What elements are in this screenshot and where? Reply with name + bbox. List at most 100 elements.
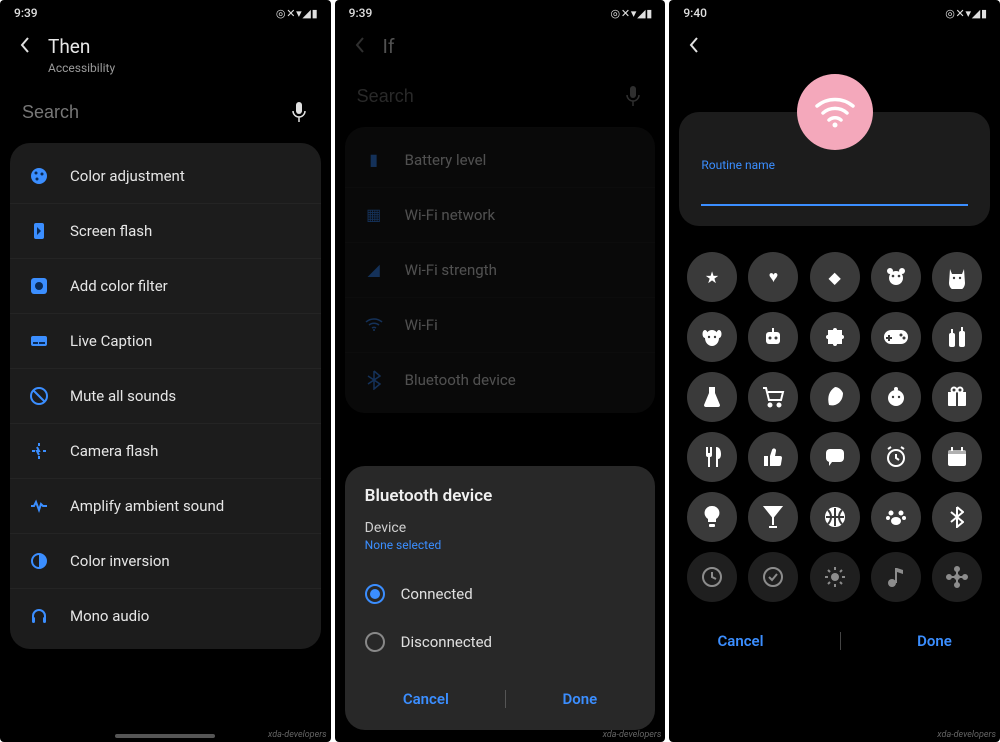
paw-icon[interactable] (871, 492, 921, 542)
watermark: xda-developers (268, 730, 327, 740)
bluetooth-alt-icon[interactable] (932, 492, 982, 542)
row-add-color-filter[interactable]: Add color filter (10, 258, 321, 313)
statusbar: 9:40 ◎ ✕ ▾ ◢ ▮ (669, 0, 1000, 26)
flask-icon[interactable] (687, 372, 737, 422)
row-wifi[interactable]: Wi-Fi (345, 297, 656, 352)
leaf-icon[interactable] (810, 372, 860, 422)
topbar: Then Accessibility (0, 26, 331, 85)
wifi-strength-icon: ◢ (363, 259, 385, 281)
brightness-icon[interactable] (810, 552, 860, 602)
mute-icon (28, 385, 50, 407)
page-subtitle: Accessibility (48, 61, 115, 75)
row-mute-all[interactable]: Mute all sounds (10, 368, 321, 423)
thumb-icon[interactable] (748, 432, 798, 482)
bluetooth-modal: Bluetooth device Device None selected Co… (345, 466, 656, 730)
basketball-icon[interactable] (810, 492, 860, 542)
back-button[interactable] (685, 36, 703, 54)
gift-icon[interactable] (932, 372, 982, 422)
cocktail-icon[interactable] (748, 492, 798, 542)
row-live-caption[interactable]: Live Caption (10, 313, 321, 368)
device-value[interactable]: None selected (365, 538, 636, 552)
caption-icon (28, 330, 50, 352)
topbar: If (335, 26, 666, 69)
status-icons: ◎ ✕ ▾ ◢ ▮ (276, 7, 317, 20)
inversion-icon (28, 550, 50, 572)
cart-icon[interactable] (748, 372, 798, 422)
row-bluetooth[interactable]: Bluetooth device (345, 352, 656, 407)
mic-icon[interactable] (291, 101, 309, 125)
routine-name-label: Routine name (701, 158, 968, 172)
routine-name-input[interactable] (701, 176, 968, 206)
screen-if: 9:39 ◎ ✕ ▾ ◢ ▮ If ▮Battery level ▦Wi-Fi … (335, 0, 666, 742)
radio-disconnected[interactable]: Disconnected (365, 618, 636, 666)
divider (840, 632, 841, 650)
puzzle-icon[interactable] (810, 312, 860, 362)
row-camera-flash[interactable]: Camera flash (10, 423, 321, 478)
routine-icon-wifi[interactable] (797, 74, 873, 150)
watermark: xda-developers (603, 730, 662, 740)
icon-grid: ★ ♥ ◆ (669, 226, 1000, 602)
clock: 9:40 (683, 6, 707, 20)
radio-icon (365, 632, 385, 652)
headphones-icon (28, 605, 50, 627)
utensils-icon[interactable] (687, 432, 737, 482)
row-amplify[interactable]: Amplify ambient sound (10, 478, 321, 533)
search-input[interactable] (357, 86, 616, 107)
device-label: Device (365, 520, 636, 536)
done-button[interactable]: Done (542, 682, 617, 716)
nav-handle[interactable] (115, 734, 215, 738)
page-title: If (383, 36, 395, 59)
statusbar: 9:39 ◎ ✕ ▾ ◢ ▮ (0, 0, 331, 26)
gamepad-icon[interactable] (871, 312, 921, 362)
cat-icon[interactable] (932, 252, 982, 302)
wifi-icon: ▦ (363, 204, 385, 226)
wifi-icon (363, 314, 385, 336)
back-button[interactable] (351, 36, 369, 54)
network-icon[interactable] (932, 552, 982, 602)
cancel-button[interactable]: Cancel (383, 682, 469, 716)
row-mono-audio[interactable]: Mono audio (10, 588, 321, 643)
statusbar: 9:39 ◎ ✕ ▾ ◢ ▮ (335, 0, 666, 26)
diamond-icon[interactable]: ◆ (810, 252, 860, 302)
music-icon[interactable] (871, 552, 921, 602)
back-button[interactable] (16, 36, 34, 54)
row-wifi-strength[interactable]: ◢Wi-Fi strength (345, 242, 656, 297)
check-circle-icon[interactable] (748, 552, 798, 602)
amplify-icon (28, 495, 50, 517)
screen-routine: 9:40 ◎ ✕ ▾ ◢ ▮ Routine name ★ ♥ ◆ (669, 0, 1000, 742)
radio-connected[interactable]: Connected (365, 570, 636, 618)
search-row (335, 69, 666, 127)
row-battery[interactable]: ▮Battery level (345, 133, 656, 187)
teddy-icon[interactable] (871, 252, 921, 302)
bulb-icon[interactable] (687, 492, 737, 542)
heart-icon[interactable]: ♥ (748, 252, 798, 302)
dog-icon[interactable] (687, 312, 737, 362)
search-input[interactable] (22, 102, 281, 123)
cancel-button[interactable]: Cancel (697, 624, 783, 658)
star-icon[interactable]: ★ (687, 252, 737, 302)
done-button[interactable]: Done (897, 624, 972, 658)
search-row (0, 85, 331, 143)
row-color-inversion[interactable]: Color inversion (10, 533, 321, 588)
radio-icon (365, 584, 385, 604)
row-wifi-network[interactable]: ▦Wi-Fi network (345, 187, 656, 242)
alarm-icon[interactable] (871, 432, 921, 482)
watermark: xda-developers (937, 730, 996, 740)
row-color-adjustment[interactable]: Color adjustment (10, 149, 321, 203)
clock: 9:39 (349, 6, 373, 20)
status-icons: ◎ ✕ ▾ ◢ ▮ (945, 7, 986, 20)
robot-icon[interactable] (748, 312, 798, 362)
bluetooth-icon (363, 369, 385, 391)
calendar-icon[interactable] (932, 432, 982, 482)
chat-icon[interactable] (810, 432, 860, 482)
mic-icon[interactable] (625, 85, 643, 109)
options-card: Color adjustment Screen flash Add color … (10, 143, 321, 649)
status-icons: ◎ ✕ ▾ ◢ ▮ (611, 7, 652, 20)
baby-icon[interactable] (871, 372, 921, 422)
row-screen-flash[interactable]: Screen flash (10, 203, 321, 258)
palette-icon (28, 165, 50, 187)
bottles-icon[interactable] (932, 312, 982, 362)
screen-flash-icon (28, 220, 50, 242)
clock-icon[interactable] (687, 552, 737, 602)
topbar (669, 26, 1000, 64)
